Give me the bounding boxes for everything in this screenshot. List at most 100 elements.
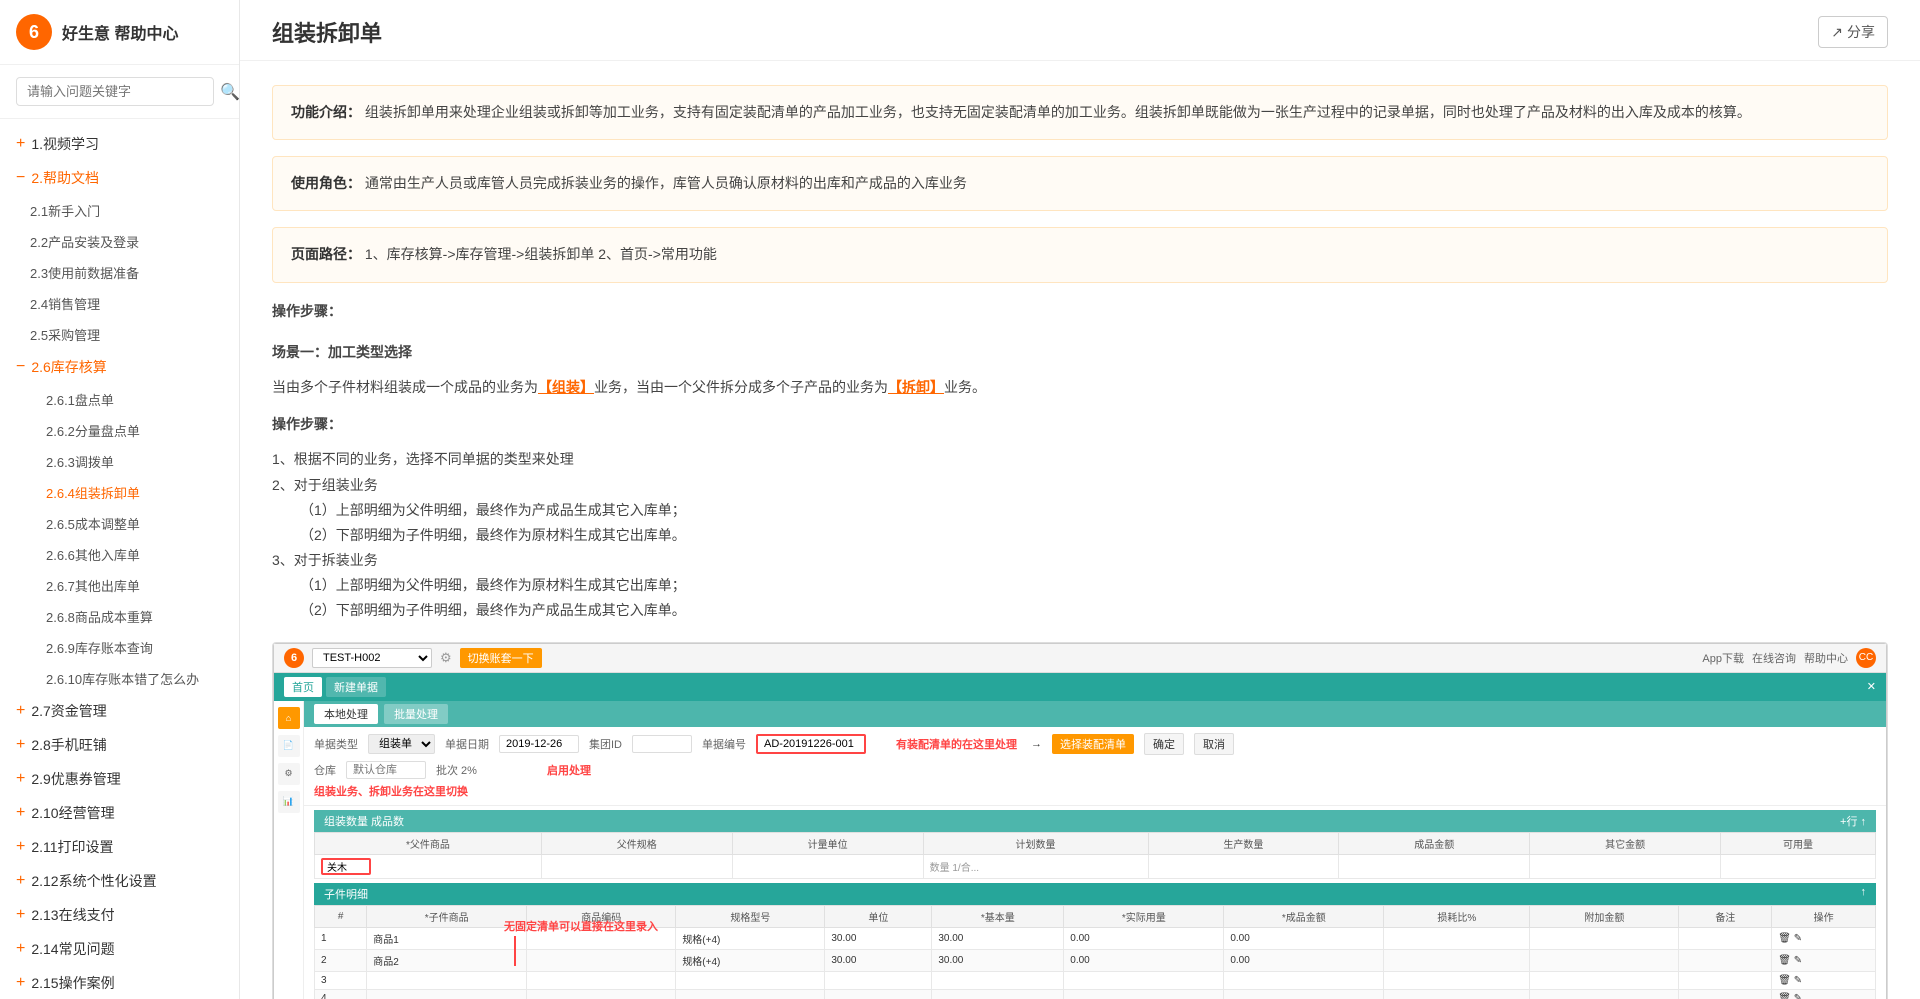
sidebar-doc-icon[interactable]: 📄 [278,735,300,757]
expand-icon-2-13: + [16,906,25,924]
sidebar-item-2-6-10[interactable]: 2.6.10库存账本错了怎么办 [0,663,239,694]
search-input[interactable] [16,77,214,106]
scenario1-title: 场景一：加工类型选择 [272,340,1888,365]
sidebar-item-2-9[interactable]: + 2.9优惠券管理 [0,762,239,796]
form-row: 单据类型 组装单 拆卸单 单据日期 集团ID 单据编号 [314,733,1876,755]
group-input[interactable] [632,735,692,753]
sidebar-item-2-7[interactable]: + 2.7资金管理 [0,694,239,728]
upper-table: *父件商品 父件规格 计量单位 计划数量 生产数量 成品金额 其它金额 可用量 [314,832,1876,879]
col-spec: 规格型号 [676,905,825,927]
app-topbar: 6 TEST-H002 ⚙ 切换账套一下 App下载 在线咨询 帮助中心 CC [274,644,1886,673]
date-input[interactable] [499,735,579,753]
sidebar-item-2-6-3[interactable]: 2.6.3调拨单 [0,446,239,477]
step2-sub1: （1）上部明细为父件明细，最终作为产成品生成其它入库单； [300,498,1888,523]
col-loss-pct: 损耗比% [1384,905,1530,927]
settings-icon: ⚙ [440,650,452,666]
sidebar-home-icon[interactable]: ⌂ [278,707,300,729]
sidebar-item-2-13[interactable]: + 2.13在线支付 [0,898,239,932]
cancel-btn[interactable]: 取消 [1194,733,1234,755]
app-nav-tabs: 首页 新建单据 [284,677,386,697]
expand-icon-2-7: + [16,702,25,720]
function-intro-label: 功能介绍： [291,104,361,120]
app-left-sidebar: ⌂ 📄 ⚙ 📊 [274,701,304,999]
lower-table-row-4: 4 [315,989,1876,999]
role-block: 使用角色： 通常由生产人员或库管人员完成拆装业务的操作，库管人员确认原材料的出库… [272,156,1888,211]
expand-icon-2-10: + [16,804,25,822]
sidebar-item-2-6-6[interactable]: 2.6.6其他入库单 [0,539,239,570]
app-nav-header: 首页 新建单据 ✕ [274,673,1886,701]
lower-table: # *子件商品 商品编码 规格型号 单位 *基本量 *实际用量 *成品金额 损耗 [314,905,1876,999]
sidebar-item-2-6[interactable]: − 2.6库存核算 [0,350,239,384]
sidebar-item-2-6-5[interactable]: 2.6.5成本调整单 [0,508,239,539]
sidebar-item-2-10[interactable]: + 2.10经营管理 [0,796,239,830]
upper-table-label: 组装数量 成品数 [324,813,404,829]
step2-sub2: （2）下部明细为子件明细，最终作为原材料生成其它出库单。 [300,523,1888,548]
local-process-tab[interactable]: 本地处理 [314,704,378,724]
col-avail-qty: 可用量 [1721,832,1876,854]
col-base-qty: *基本量 [932,905,1064,927]
sidebar-settings-icon[interactable]: ⚙ [278,763,300,785]
group-label: 集团ID [589,736,622,752]
screenshot-container: 6 TEST-H002 ⚙ 切换账套一下 App下载 在线咨询 帮助中心 CC [272,642,1888,999]
step1: 1、根据不同的业务，选择不同单据的类型来处理 [272,447,1888,472]
nav-tree: + 1.视频学习 − 2.帮助文档 2.1新手入门 2.2产品安装及登录 2.3… [0,119,239,999]
main-content-area: 组装拆卸单 ↗ 分享 功能介绍： 组装拆卸单用来处理企业组装或拆卸等加工业务，支… [240,0,1920,999]
sidebar-item-2-6-7[interactable]: 2.6.7其他出库单 [0,570,239,601]
help-link[interactable]: 帮助中心 [1804,650,1848,666]
app-download-link[interactable]: App下载 [1702,650,1744,666]
add-row-btn[interactable]: +行 ↑ [1840,813,1866,829]
share-button[interactable]: ↗ 分享 [1818,16,1888,48]
page-title: 组装拆卸单 [272,16,382,48]
sidebar-report-icon[interactable]: 📊 [278,791,300,813]
sidebar-item-2-8[interactable]: + 2.8手机旺铺 [0,728,239,762]
col-actual-qty: *实际用量 [1064,905,1224,927]
topbar-right: App下载 在线咨询 帮助中心 CC [1702,648,1876,668]
sidebar-item-2-5[interactable]: 2.5采购管理 [0,319,239,350]
sidebar-item-2-6-8[interactable]: 2.6.8商品成本重算 [0,601,239,632]
confirm-btn[interactable]: 确定 [1144,733,1184,755]
lower-add-row-btn[interactable]: ↑ [1861,886,1867,902]
sidebar-item-2-6-1[interactable]: 2.6.1盘点单 [0,384,239,415]
sidebar-item-1[interactable]: + 1.视频学习 [0,127,239,161]
tab-home[interactable]: 首页 [284,677,322,697]
sidebar-item-2-14[interactable]: + 2.14常见问题 [0,932,239,966]
sidebar-item-2-2[interactable]: 2.2产品安装及登录 [0,226,239,257]
step2: 2、对于组装业务 [272,473,1888,498]
company-select[interactable]: TEST-H002 [312,648,432,668]
sidebar-item-2-6-2[interactable]: 2.6.2分量盘点单 [0,415,239,446]
col-goods-code: 商品编码 [527,905,676,927]
doc-type-select[interactable]: 组装单 拆卸单 [368,734,435,754]
sidebar-item-2-15[interactable]: + 2.15操作案例 [0,966,239,999]
assembly-list-btn[interactable]: 选择装配清单 [1052,734,1134,754]
batch-process-tab[interactable]: 批量处理 [384,704,448,724]
search-icon[interactable]: 🔍 [220,82,240,102]
sidebar-item-2-3[interactable]: 2.3使用前数据准备 [0,257,239,288]
tab-new-doc[interactable]: 新建单据 [326,677,386,697]
parent-goods-input[interactable] [321,858,371,875]
logo-area: 6 好生意 帮助中心 [0,0,239,65]
warehouse-label: 仓库 [314,762,336,778]
lower-table-row-2: 2 商品2 规格(+4) 30.00 30.00 0.00 0.00 [315,949,1876,971]
ops-steps-label: 操作步骤： [272,299,1888,324]
zuzhuang-link[interactable]: 【组装】 [538,379,594,395]
close-icon[interactable]: ✕ [1867,680,1876,693]
doc-no-input[interactable] [756,734,866,754]
sidebar-item-2-12[interactable]: + 2.12系统个性化设置 [0,864,239,898]
upper-table-header-bar: 组装数量 成品数 +行 ↑ [314,810,1876,832]
step3-sub2: （2）下部明细为子件明细，最终作为产成品生成其它入库单。 [300,598,1888,623]
sidebar-item-2-6-4[interactable]: 2.6.4组装拆卸单 [0,477,239,508]
path-label: 页面路径： [291,246,361,262]
chaichao-link[interactable]: 【拆卸】 [888,379,944,395]
sidebar-item-2[interactable]: − 2.帮助文档 [0,161,239,195]
sidebar-item-2-1[interactable]: 2.1新手入门 [0,195,239,226]
warehouse-input[interactable] [346,761,426,779]
arrow-to-assembly: → [1031,738,1042,750]
form-row2: 仓库 批次 2% 启用处理 [314,761,1876,779]
sidebar-item-2-4[interactable]: 2.4销售管理 [0,288,239,319]
expand-icon-2-9: + [16,770,25,788]
online-consult-link[interactable]: 在线咨询 [1752,650,1796,666]
switch-account-btn[interactable]: 切换账套一下 [460,648,542,668]
sidebar-item-2-11[interactable]: + 2.11打印设置 [0,830,239,864]
col-prod-qty: 生产数量 [1148,832,1339,854]
sidebar-item-2-6-9[interactable]: 2.6.9库存账本查询 [0,632,239,663]
